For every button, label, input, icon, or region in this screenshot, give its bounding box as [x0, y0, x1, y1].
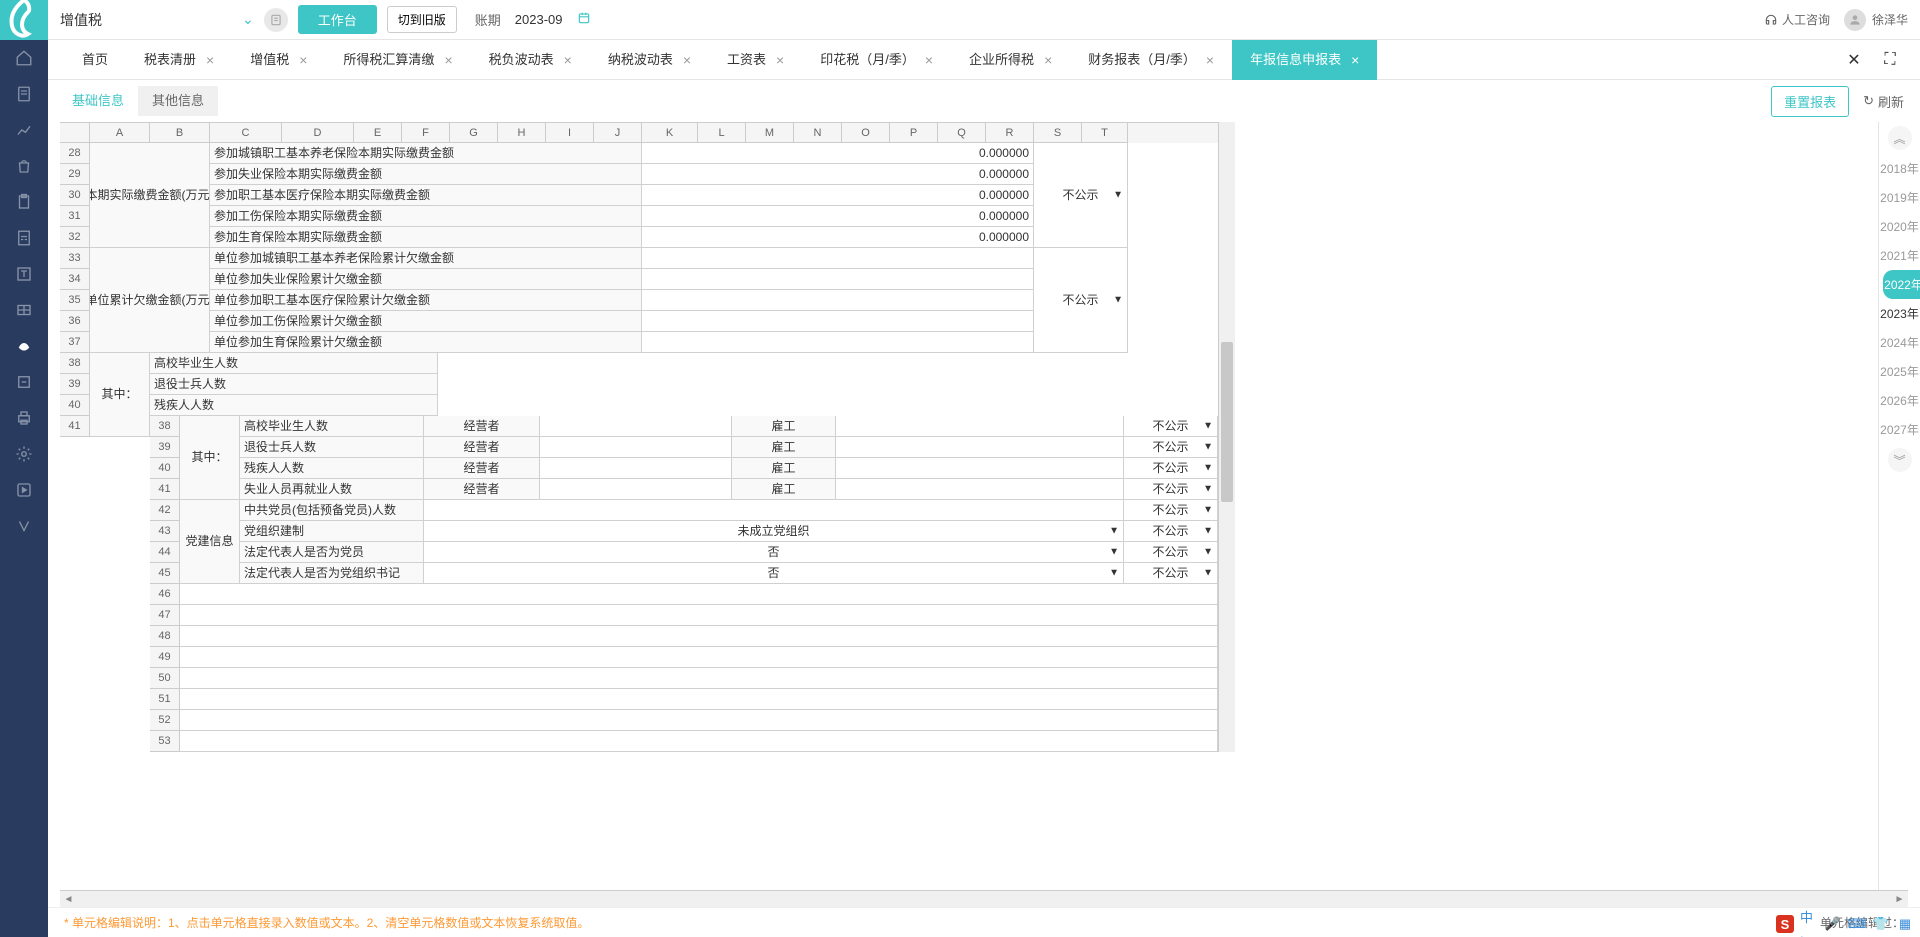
close-all-icon[interactable]: ✕ [1840, 46, 1868, 74]
nav-doc-icon[interactable] [0, 76, 48, 112]
nav-grid-icon[interactable] [0, 292, 48, 328]
nav-calc-icon[interactable] [0, 220, 48, 256]
period-value[interactable]: 2023-09 [515, 12, 563, 27]
tab-item[interactable]: 工资表× [709, 40, 802, 80]
tab-item[interactable]: 年报信息申报表× [1232, 40, 1377, 80]
year-item[interactable]: 2020年 [1879, 212, 1920, 241]
year-panel: ︽ 2018年2019年2020年2021年2022年2023年2024年202… [1878, 122, 1920, 890]
year-item[interactable]: 2018年 [1879, 154, 1920, 183]
nav-active-icon[interactable] [0, 328, 48, 364]
app-logo[interactable] [0, 0, 48, 40]
help-link[interactable]: 人工咨询 [1764, 11, 1830, 28]
tab-close-icon[interactable]: × [564, 40, 572, 80]
sub-bar: 基础信息 其他信息 重置报表 ↻ 刷新 [48, 80, 1920, 122]
headset-icon [1764, 13, 1778, 27]
tab-item[interactable]: 纳税波动表× [590, 40, 709, 80]
tab-item[interactable]: 企业所得税× [951, 40, 1070, 80]
nav-print-icon[interactable] [0, 400, 48, 436]
avatar-icon [1844, 9, 1866, 31]
year-item[interactable]: 2021年 [1879, 241, 1920, 270]
horizontal-scrollbar[interactable]: ◄ ► [60, 890, 1908, 907]
tab-item[interactable]: 增值税× [232, 40, 325, 80]
scroll-right-icon[interactable]: ► [1891, 891, 1908, 907]
chevron-down-icon: ⌄ [242, 11, 254, 28]
year-item[interactable]: 2026年 [1879, 386, 1920, 415]
tab-close-icon[interactable]: × [299, 40, 307, 80]
tab-close-icon[interactable]: × [1206, 40, 1214, 80]
tab-close-icon[interactable]: × [206, 40, 214, 80]
tab-close-icon[interactable]: × [1044, 40, 1052, 80]
nav-v-icon[interactable] [0, 508, 48, 544]
footer-hint: * 单元格编辑说明：1、点击单元格直接录入数值或文本。2、清空单元格数值或文本恢… [64, 914, 589, 931]
nav-box-icon[interactable] [0, 364, 48, 400]
tax-type-dropdown[interactable]: 增值税 ⌄ [60, 10, 254, 30]
tab-close-icon[interactable]: × [776, 40, 784, 80]
tab-item[interactable]: 税表清册× [126, 40, 232, 80]
tab-item[interactable]: 财务报表（月/季）× [1070, 40, 1232, 80]
year-item[interactable]: 2024年 [1879, 328, 1920, 357]
left-sidebar [0, 0, 48, 937]
subtab-other[interactable]: 其他信息 [138, 86, 218, 116]
reset-button[interactable]: 重置报表 [1771, 86, 1849, 117]
nav-play-icon[interactable] [0, 472, 48, 508]
expand-icon[interactable]: ⛶ [1876, 46, 1904, 74]
period-label: 账期 [475, 10, 501, 29]
year-up-icon[interactable]: ︽ [1888, 126, 1912, 150]
nav-clipboard-icon[interactable] [0, 184, 48, 220]
nav-bag-icon[interactable] [0, 148, 48, 184]
tab-close-icon[interactable]: × [1351, 40, 1359, 80]
footer-bar: * 单元格编辑说明：1、点击单元格直接录入数值或文本。2、清空单元格数值或文本恢… [48, 907, 1920, 937]
scroll-left-icon[interactable]: ◄ [60, 891, 77, 907]
refresh-icon: ↻ [1863, 93, 1874, 109]
tab-close-icon[interactable]: × [925, 40, 933, 80]
tab-item[interactable]: 首页 [64, 40, 126, 80]
tab-close-icon[interactable]: × [683, 40, 691, 80]
dropdown-label: 增值税 [60, 10, 102, 30]
tab-item[interactable]: 所得税汇算清缴× [325, 40, 470, 80]
calendar-icon[interactable] [577, 11, 591, 28]
tabs-bar: 首页税表清册×增值税×所得税汇算清缴×税负波动表×纳税波动表×工资表×印花税（月… [48, 40, 1920, 80]
year-item[interactable]: 2019年 [1879, 183, 1920, 212]
year-down-icon[interactable]: ︾ [1888, 448, 1912, 472]
tray-ime-icon[interactable]: 中 , [1800, 915, 1818, 933]
switch-old-button[interactable]: 切到旧版 [387, 6, 457, 33]
workbench-button[interactable]: 工作台 [298, 5, 377, 34]
nav-text-icon[interactable] [0, 256, 48, 292]
round-icon[interactable] [264, 8, 288, 32]
user-menu[interactable]: 徐泽华 [1844, 9, 1908, 31]
top-header: 增值税 ⌄ 工作台 切到旧版 账期 2023-09 人工咨询 徐泽华 [48, 0, 1920, 40]
year-item[interactable]: 2025年 [1879, 357, 1920, 386]
nav-home-icon[interactable] [0, 40, 48, 76]
nav-chart-icon[interactable] [0, 112, 48, 148]
tray-kbd-icon[interactable]: ⌨ [1848, 915, 1866, 933]
year-item[interactable]: 2027年 [1879, 415, 1920, 444]
tab-close-icon[interactable]: × [444, 40, 452, 80]
year-item[interactable]: 2023年 [1879, 299, 1920, 328]
tray-grid-icon[interactable]: ▦ [1896, 915, 1914, 933]
vertical-scrollbar[interactable] [1218, 122, 1235, 752]
spreadsheet[interactable]: ABCDEFGHIJKLMNOPQRST 2829303132 本期实际缴费金额… [60, 122, 1218, 752]
subtab-basic[interactable]: 基础信息 [58, 86, 138, 116]
tab-item[interactable]: 税负波动表× [471, 40, 590, 80]
system-tray: S 中 , 🎤 ⌨ 👕 ▦ [1776, 915, 1914, 933]
tray-shirt-icon[interactable]: 👕 [1872, 915, 1890, 933]
tab-item[interactable]: 印花税（月/季）× [802, 40, 951, 80]
refresh-button[interactable]: ↻ 刷新 [1863, 92, 1904, 111]
tray-mic-icon[interactable]: 🎤 [1824, 915, 1842, 933]
tray-s-icon[interactable]: S [1776, 915, 1794, 933]
nav-gear-icon[interactable] [0, 436, 48, 472]
year-item[interactable]: 2022年 [1883, 270, 1920, 299]
